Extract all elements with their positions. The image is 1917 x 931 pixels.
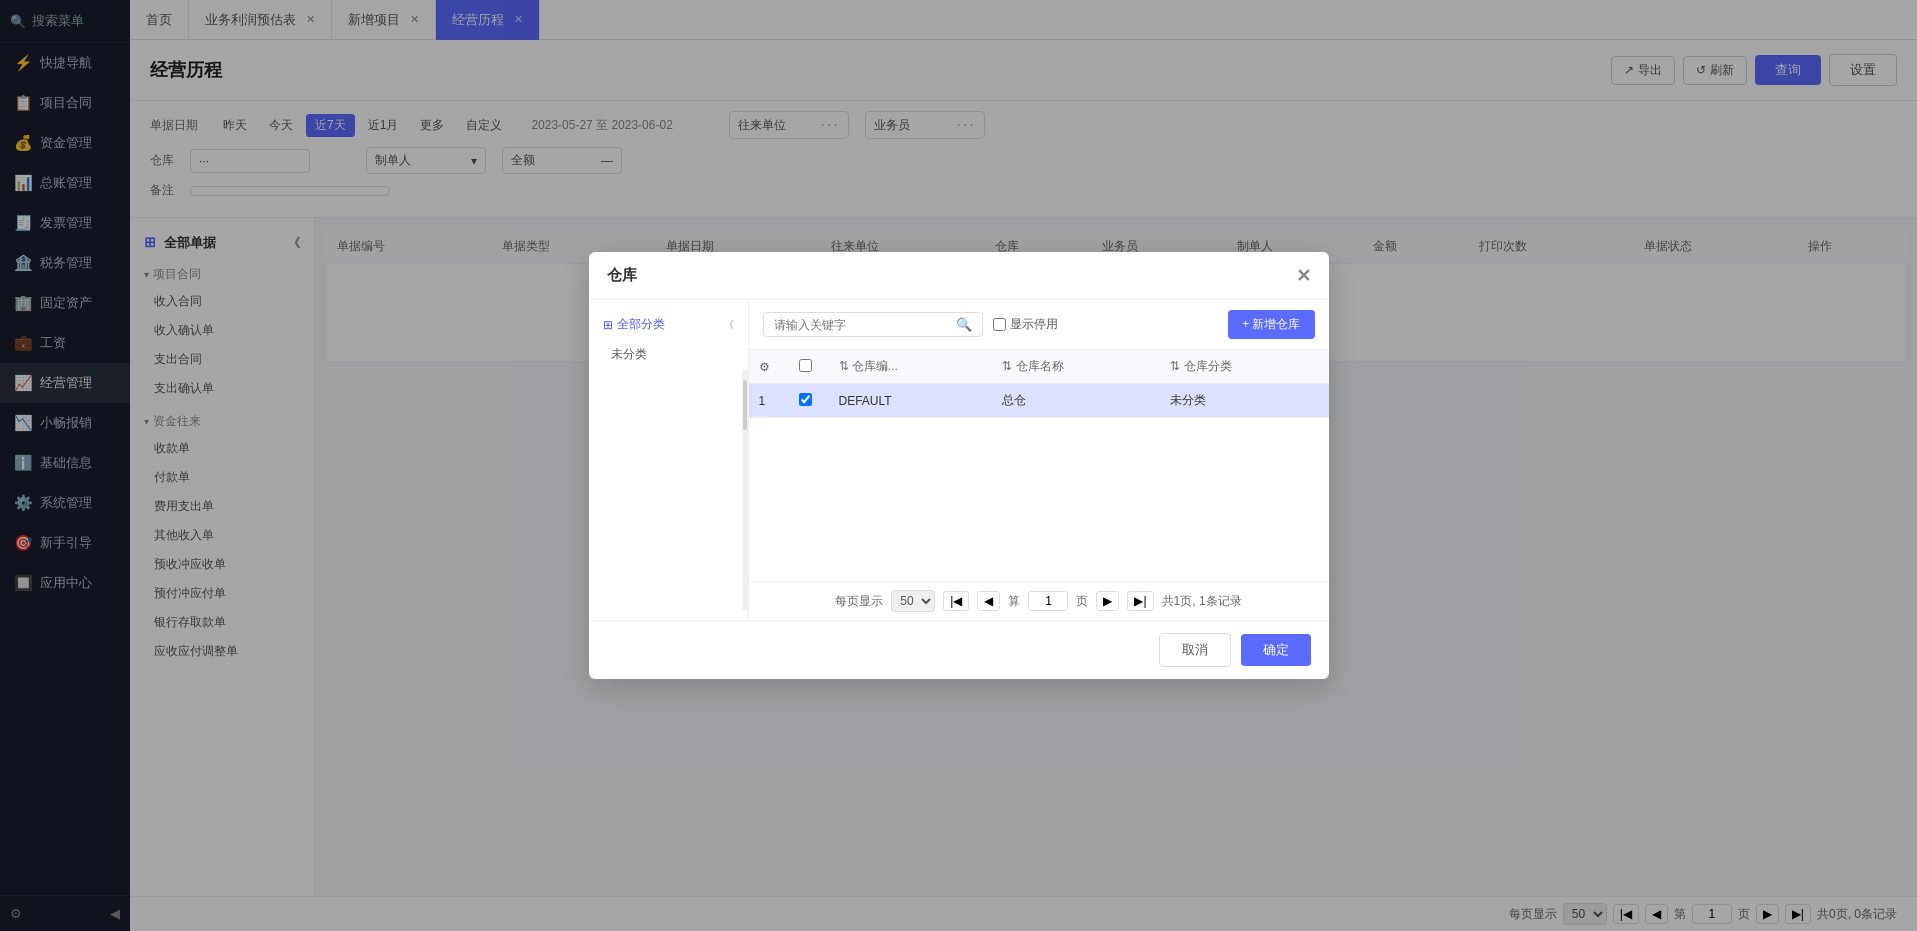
row-category: 未分类 — [1160, 384, 1328, 418]
modal-pagination: 每页显示 50 |◀ ◀ 算 页 ▶ ▶| 共1页, 1条记录 — [749, 581, 1329, 620]
show-disabled-checkbox[interactable] — [993, 318, 1006, 331]
col-category: ⇅ 仓库分类 — [1160, 350, 1328, 384]
modal-first-page-btn[interactable]: |◀ — [943, 591, 969, 611]
modal-right-toolbar: 🔍 显示停用 + 新增仓库 — [749, 300, 1329, 350]
modal-overlay: 仓库 ✕ ⊞ 全部分类 《 未分类 — [0, 0, 1917, 931]
modal: 仓库 ✕ ⊞ 全部分类 《 未分类 — [589, 252, 1329, 679]
sort-icon: ⇅ — [839, 359, 849, 373]
modal-table-row[interactable]: 1 DEFAULT 总仓 未分类 — [749, 384, 1329, 418]
modal-right-panel: 🔍 显示停用 + 新增仓库 ⚙ — [749, 300, 1329, 620]
all-category-icon: ⊞ — [603, 318, 613, 332]
left-panel-collapse-icon[interactable]: 《 — [724, 318, 734, 332]
row-code: DEFAULT — [829, 384, 993, 418]
modal-table-container: ⚙ ⇅ 仓库编... ⇅ 仓库名称 ⇅ 仓库分类 1 DEFAULT 总仓 未分… — [749, 350, 1329, 581]
search-input[interactable] — [774, 318, 950, 332]
col-checkbox — [789, 350, 829, 384]
search-box[interactable]: 🔍 — [763, 312, 983, 337]
modal-page-unit: 页 — [1076, 593, 1088, 610]
show-disabled-label: 显示停用 — [1010, 316, 1058, 333]
modal-page-size-label: 每页显示 — [835, 593, 883, 610]
modal-left-panel: ⊞ 全部分类 《 未分类 — [589, 300, 749, 620]
modal-close-button[interactable]: ✕ — [1296, 267, 1311, 285]
modal-table: ⚙ ⇅ 仓库编... ⇅ 仓库名称 ⇅ 仓库分类 1 DEFAULT 总仓 未分… — [749, 350, 1329, 418]
modal-table-body: 1 DEFAULT 总仓 未分类 — [749, 384, 1329, 418]
modal-body: ⊞ 全部分类 《 未分类 🔍 — [589, 300, 1329, 620]
row-checkbox[interactable] — [789, 384, 829, 418]
modal-left-all-category[interactable]: ⊞ 全部分类 《 — [589, 310, 748, 339]
modal-title: 仓库 — [607, 266, 637, 285]
modal-left-items: 未分类 — [589, 339, 748, 370]
col-settings: ⚙ — [749, 350, 789, 384]
row-num: 1 — [749, 384, 789, 418]
modal-left-item-未分类[interactable]: 未分类 — [589, 339, 748, 370]
modal-prev-page-btn[interactable]: ◀ — [977, 591, 1000, 611]
col-name: ⇅ 仓库名称 — [992, 350, 1160, 384]
row-select-checkbox[interactable] — [799, 393, 812, 406]
cancel-button[interactable]: 取消 — [1159, 633, 1231, 667]
add-warehouse-button[interactable]: + 新增仓库 — [1228, 310, 1314, 339]
show-disabled-checkbox-label[interactable]: 显示停用 — [993, 316, 1058, 333]
select-all-checkbox[interactable] — [799, 359, 812, 372]
row-name: 总仓 — [992, 384, 1160, 418]
sort-icon-name: ⇅ — [1002, 359, 1012, 373]
modal-header: 仓库 ✕ — [589, 252, 1329, 300]
modal-next-page-btn[interactable]: ▶ — [1096, 591, 1119, 611]
modal-total-text: 共1页, 1条记录 — [1162, 593, 1242, 610]
sort-icon-cat: ⇅ — [1170, 359, 1180, 373]
search-icon: 🔍 — [956, 317, 972, 332]
modal-last-page-btn[interactable]: ▶| — [1127, 591, 1153, 611]
modal-page-size-select[interactable]: 50 — [891, 590, 935, 612]
modal-page-label: 算 — [1008, 593, 1020, 610]
col-code: ⇅ 仓库编... — [829, 350, 993, 384]
all-category-label: 全部分类 — [617, 316, 665, 333]
confirm-button[interactable]: 确定 — [1241, 634, 1311, 666]
modal-table-header-row: ⚙ ⇅ 仓库编... ⇅ 仓库名称 ⇅ 仓库分类 — [749, 350, 1329, 384]
modal-actions: 取消 确定 — [589, 620, 1329, 679]
modal-page-input[interactable] — [1028, 591, 1068, 611]
